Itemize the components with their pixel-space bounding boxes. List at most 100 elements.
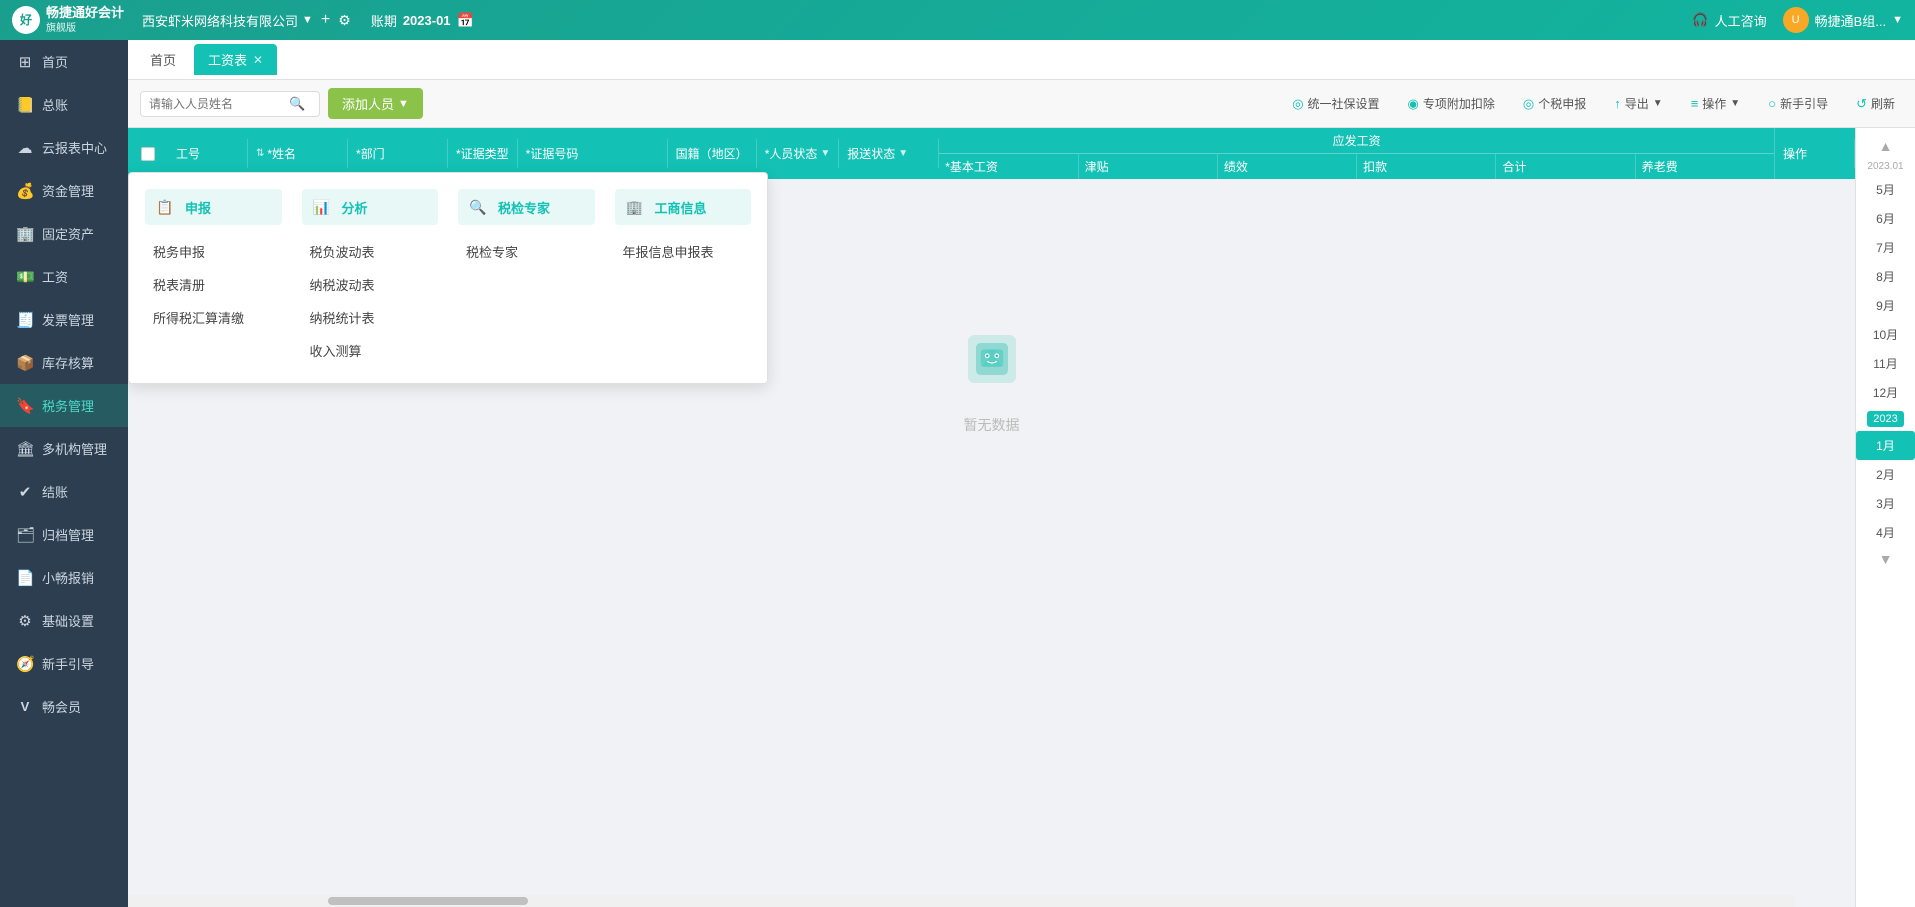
cal-month-12[interactable]: 12月 bbox=[1856, 378, 1915, 407]
sidebar-item-report[interactable]: 📄 小畅报销 bbox=[0, 556, 128, 599]
cal-month-3[interactable]: 3月 bbox=[1856, 489, 1915, 518]
salary-icon: 💵 bbox=[16, 268, 34, 286]
tax-dropdown-menu: 📋 申报 税务申报 税表清册 所得税汇算清缴 📊 分析 bbox=[128, 172, 768, 384]
refresh-btn[interactable]: ↺ 刷新 bbox=[1848, 91, 1903, 116]
cal-month-2[interactable]: 2月 bbox=[1856, 460, 1915, 489]
tab-salary-table[interactable]: 工资表 ✕ bbox=[194, 44, 277, 75]
sidebar-item-archive[interactable]: 🗂 归档管理 bbox=[0, 513, 128, 556]
sidebar-item-salary[interactable]: 💵 工资 bbox=[0, 255, 128, 298]
th-report-status-label: 报送状态 bbox=[847, 145, 895, 162]
vip-icon: V bbox=[16, 699, 34, 714]
sidebar-item-invoice[interactable]: 🧾 发票管理 bbox=[0, 298, 128, 341]
sort-icon-name[interactable]: ⇅ bbox=[256, 148, 264, 159]
th-pension: 养老费 bbox=[1636, 154, 1774, 179]
ledger-icon: 📒 bbox=[16, 96, 34, 114]
support-btn[interactable]: 🎧 人工咨询 bbox=[1692, 11, 1766, 30]
sidebar-label-home: 首页 bbox=[42, 52, 68, 71]
export-dropdown-icon: ▼ bbox=[1653, 98, 1663, 109]
cal-month-6[interactable]: 6月 bbox=[1856, 204, 1915, 233]
search-input[interactable] bbox=[149, 97, 289, 111]
cal-month-8[interactable]: 8月 bbox=[1856, 262, 1915, 291]
h-scrollbar-thumb[interactable] bbox=[328, 897, 528, 905]
tax-wave-item[interactable]: 税负波动表 bbox=[302, 235, 439, 268]
sidebar-label-tax: 税务管理 bbox=[42, 396, 94, 415]
deduct-btn[interactable]: ◉ 专项附加扣除 bbox=[1400, 91, 1503, 116]
inventory-icon: 📦 bbox=[16, 354, 34, 372]
cal-month-9[interactable]: 9月 bbox=[1856, 291, 1915, 320]
social-settings-btn[interactable]: ◎ 统一社保设置 bbox=[1284, 91, 1387, 116]
export-btn[interactable]: ↑ 导出 ▼ bbox=[1606, 91, 1670, 116]
tax-expert-title: 税检专家 bbox=[498, 198, 550, 217]
vat-wave-item[interactable]: 纳税波动表 bbox=[302, 268, 439, 301]
declaration-section: 📋 申报 税务申报 税表清册 所得税汇算清缴 bbox=[145, 189, 282, 367]
home-icon: ⊞ bbox=[16, 53, 34, 71]
cal-month-1[interactable]: 1月 bbox=[1856, 431, 1915, 460]
company-selector[interactable]: 西安虾米网络科技有限公司 ▼ + ⚙ bbox=[142, 11, 351, 30]
sidebar-item-settle[interactable]: ✔ 结账 bbox=[0, 470, 128, 513]
tax-report-label: 个税申报 bbox=[1538, 95, 1586, 112]
company-settings-icon[interactable]: ⚙ bbox=[338, 12, 351, 29]
th-operation-label: 操作 bbox=[1783, 145, 1807, 162]
sidebar-item-funds[interactable]: 💰 资金管理 bbox=[0, 169, 128, 212]
th-id-type-label: *证据类型 bbox=[456, 145, 509, 162]
user-area[interactable]: U 畅捷通B组... ▼ bbox=[1783, 7, 1903, 33]
th-name-label: *姓名 bbox=[267, 145, 296, 162]
sidebar-item-tax[interactable]: 🔖 税务管理 bbox=[0, 384, 128, 427]
tab-home[interactable]: 首页 bbox=[136, 44, 190, 75]
sidebar-label-cloud: 云报表中心 bbox=[42, 138, 107, 157]
invoice-icon: 🧾 bbox=[16, 311, 34, 329]
cal-nav-down[interactable]: ▼ bbox=[1856, 547, 1915, 571]
new-guide-btn[interactable]: ○ 新手引导 bbox=[1760, 91, 1836, 116]
tab-close-icon[interactable]: ✕ bbox=[253, 53, 263, 67]
report-icon: 📄 bbox=[16, 569, 34, 587]
sidebar-item-assets[interactable]: 🏢 固定资产 bbox=[0, 212, 128, 255]
add-person-button[interactable]: 添加人员 ▼ bbox=[328, 88, 423, 119]
header-right: 🎧 人工咨询 U 畅捷通B组... ▼ bbox=[1692, 7, 1903, 33]
th-id-no: *证据号码 bbox=[518, 139, 668, 168]
cal-month-5[interactable]: 5月 bbox=[1856, 175, 1915, 204]
sidebar-item-guide[interactable]: 🧭 新手引导 bbox=[0, 642, 128, 685]
tax-check-item[interactable]: 税检专家 bbox=[458, 235, 595, 268]
sidebar-item-ledger[interactable]: 📒 总账 bbox=[0, 83, 128, 126]
vat-stats-item[interactable]: 纳税统计表 bbox=[302, 301, 439, 334]
new-guide-icon: ○ bbox=[1768, 96, 1776, 111]
sidebar-label-guide: 新手引导 bbox=[42, 654, 94, 673]
user-dropdown-icon[interactable]: ▼ bbox=[1892, 14, 1903, 26]
tax-report-btn[interactable]: ◎ 个税申报 bbox=[1515, 91, 1594, 116]
income-calc-item[interactable]: 收入测算 bbox=[302, 334, 439, 367]
company-dropdown-icon[interactable]: ▼ bbox=[302, 14, 313, 26]
annual-report-item[interactable]: 年报信息申报表 bbox=[615, 235, 752, 268]
export-icon: ↑ bbox=[1614, 96, 1621, 111]
filter-report-icon[interactable]: ▼ bbox=[898, 148, 908, 159]
h-scrollbar[interactable] bbox=[128, 895, 1795, 907]
income-tax-item[interactable]: 所得税汇算清缴 bbox=[145, 301, 282, 334]
th-status-label: *人员状态 bbox=[765, 145, 818, 162]
tax-expert-icon: 🔍 bbox=[466, 195, 490, 219]
cal-month-11[interactable]: 11月 bbox=[1856, 349, 1915, 378]
sidebar-label-multi: 多机构管理 bbox=[42, 439, 107, 458]
deduct-icon: ◉ bbox=[1408, 96, 1419, 112]
sidebar-item-home[interactable]: ⊞ 首页 bbox=[0, 40, 128, 83]
filter-status-icon[interactable]: ▼ bbox=[820, 148, 830, 159]
th-checkbox[interactable] bbox=[128, 147, 168, 161]
sidebar-item-inventory[interactable]: 📦 库存核算 bbox=[0, 341, 128, 384]
operate-btn[interactable]: ≡ 操作 ▼ bbox=[1683, 91, 1749, 116]
sidebar-item-cloud[interactable]: ☁ 云报表中心 bbox=[0, 126, 128, 169]
assets-icon: 🏢 bbox=[16, 225, 34, 243]
cal-month-4[interactable]: 4月 bbox=[1856, 518, 1915, 547]
add-company-icon[interactable]: + bbox=[321, 11, 330, 29]
tax-declare-item[interactable]: 税务申报 bbox=[145, 235, 282, 268]
cal-nav-up[interactable]: ▲ bbox=[1856, 134, 1915, 158]
calendar-icon[interactable]: 📅 bbox=[457, 12, 474, 29]
cal-month-10[interactable]: 10月 bbox=[1856, 320, 1915, 349]
tax-table-item[interactable]: 税表清册 bbox=[145, 268, 282, 301]
export-label: 导出 bbox=[1625, 95, 1649, 112]
refresh-label: 刷新 bbox=[1871, 95, 1895, 112]
sidebar-item-vip[interactable]: V 畅会员 bbox=[0, 685, 128, 728]
sidebar-label-archive: 归档管理 bbox=[42, 525, 94, 544]
select-all-checkbox[interactable] bbox=[141, 147, 155, 161]
sidebar-item-settings[interactable]: ⚙ 基础设置 bbox=[0, 599, 128, 642]
sidebar-label-settle: 结账 bbox=[42, 482, 68, 501]
sidebar-item-multi[interactable]: 🏛 多机构管理 bbox=[0, 427, 128, 470]
cal-month-7[interactable]: 7月 bbox=[1856, 233, 1915, 262]
